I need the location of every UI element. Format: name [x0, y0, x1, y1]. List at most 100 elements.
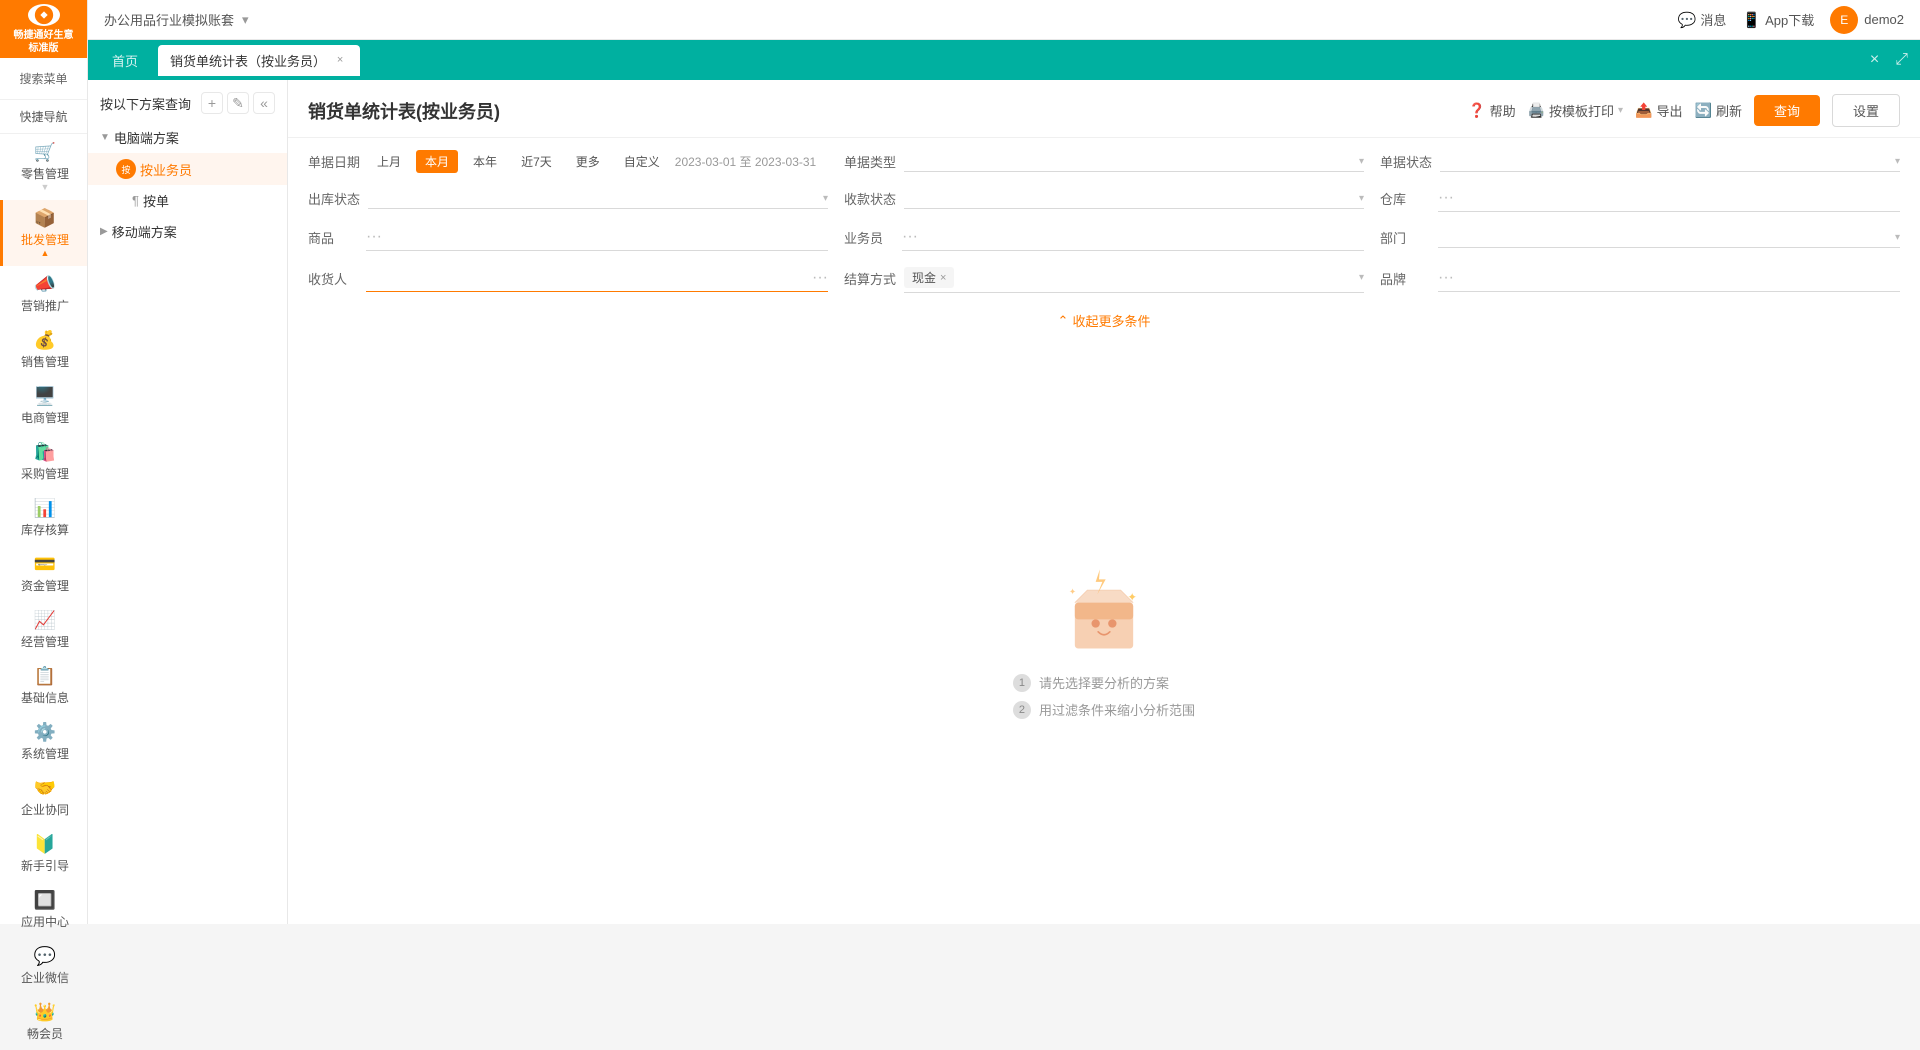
settlement-tag: 现金 × [904, 267, 954, 288]
sidebar-item-basic[interactable]: 📋 基础信息 [0, 658, 87, 714]
user-name: demo2 [1864, 12, 1904, 27]
sidebar-item-ecom[interactable]: 🖥️ 电商管理 [0, 378, 87, 434]
payment-caret-icon: ▾ [1359, 193, 1364, 204]
sidebar-item-wholesale[interactable]: 📦 批发管理 ▲ [0, 200, 87, 266]
tab-bar-actions: × ⤢ [1866, 47, 1912, 73]
by-salesperson-icon-text: 按 [121, 163, 130, 176]
sidebar-item-appstore[interactable]: 🔲 应用中心 [0, 882, 87, 938]
user-menu[interactable]: E demo2 [1830, 6, 1904, 34]
help-button[interactable]: ❓ 帮助 [1468, 101, 1515, 120]
wechat-label: 企业微信 [21, 969, 69, 986]
edit-icon: ✎ [232, 95, 244, 112]
filter-area: 单据日期 上月 本月 本年 近7天 更多 自定义 2023-03-01 至 20… [288, 138, 1920, 356]
payment-control[interactable]: ▾ [904, 189, 1364, 209]
collapse-panel-button[interactable]: « [253, 92, 275, 114]
sidebar-item-sales[interactable]: 💰 销售管理 [0, 322, 87, 378]
filter-row-2: 出库状态 ▾ 收款状态 ▾ 仓库 ··· [308, 185, 1900, 212]
sidebar-item-inventory[interactable]: 📊 库存核算 [0, 490, 87, 546]
window-expand-btn[interactable]: ⤢ [1891, 47, 1912, 73]
window-close-btn[interactable]: × [1866, 47, 1883, 73]
recipient-input[interactable] [366, 270, 808, 285]
retail-label: 零售管理 [21, 165, 69, 182]
date-last-month-btn[interactable]: 上月 [368, 150, 410, 173]
doc-type-control[interactable]: ▾ [904, 152, 1364, 172]
by-order-icon: ¶ [132, 193, 139, 208]
department-label: 部门 [1380, 228, 1430, 247]
doc-status-control[interactable]: ▾ [1440, 152, 1900, 172]
operation-label: 经营管理 [21, 633, 69, 650]
date-current-month-btn[interactable]: 本月 [416, 150, 458, 173]
basic-label: 基础信息 [21, 689, 69, 706]
workspace-dropdown-icon[interactable]: ▾ [242, 12, 249, 28]
sidebar-item-purchase[interactable]: 🛍️ 采购管理 [0, 434, 87, 490]
tree-item-by-order[interactable]: ¶ 按单 [88, 185, 287, 216]
enterprise-label: 企业协同 [21, 801, 69, 818]
tree-item-by-salesperson[interactable]: 按 按业务员 [88, 153, 287, 185]
sidebar-quick-nav[interactable]: 快捷导航 [0, 100, 87, 134]
collapse-more-button[interactable]: ⌃ 收起更多条件 [308, 305, 1900, 336]
export-button[interactable]: 📤 导出 [1635, 101, 1682, 120]
goods-dots[interactable]: ··· [366, 228, 382, 246]
query-button[interactable]: 查询 [1754, 95, 1820, 126]
department-control[interactable]: ▾ [1438, 228, 1900, 248]
filter-recipient: 收货人 ··· [308, 265, 828, 292]
date-custom-btn[interactable]: 自定义 [615, 150, 669, 173]
sidebar-item-finance[interactable]: 💳 资金管理 [0, 546, 87, 602]
warehouse-dots[interactable]: ··· [1438, 189, 1454, 207]
add-scheme-button[interactable]: + [201, 92, 223, 114]
goods-control[interactable]: ··· [366, 224, 828, 251]
warehouse-control[interactable]: ··· [1438, 185, 1900, 212]
sidebar-search-item[interactable]: 搜索菜单 [0, 58, 87, 100]
recipient-dots[interactable]: ··· [812, 269, 828, 287]
settlement-control[interactable]: 现金 × ▾ [904, 263, 1364, 293]
recipient-label: 收货人 [308, 269, 358, 288]
tab-active[interactable]: 销货单统计表（按业务员） × [158, 45, 360, 76]
sidebar-item-retail[interactable]: 🛒 零售管理 ▼ [0, 134, 87, 200]
marketing-label: 营销推广 [21, 297, 69, 314]
mobile-schemes-label: 移动端方案 [112, 222, 177, 241]
sidebar-item-operation[interactable]: 📈 经营管理 [0, 602, 87, 658]
salesperson-dots[interactable]: ··· [902, 228, 918, 246]
salesperson-control[interactable]: ··· [902, 224, 1364, 251]
retail-icon: 🛒 [34, 142, 56, 163]
settings-button[interactable]: 设置 [1832, 94, 1900, 127]
date-7days-btn[interactable]: 近7天 [512, 150, 561, 173]
logo-icon [28, 4, 60, 26]
date-more-btn[interactable]: 更多 [567, 150, 609, 173]
tab-active-label: 销货单统计表（按业务员） [170, 51, 326, 70]
by-order-label: 按单 [143, 191, 169, 210]
date-current-year-btn[interactable]: 本年 [464, 150, 506, 173]
app-download-button[interactable]: 📱 App下载 [1742, 10, 1814, 29]
sidebar-search-label[interactable]: 搜索菜单 [6, 66, 81, 91]
message-button[interactable]: 💬 消息 [1678, 10, 1727, 29]
print-icon: 🖨️ [1528, 102, 1545, 119]
recipient-control[interactable]: ··· [366, 265, 828, 292]
sidebar-item-member[interactable]: 👑 畅会员 [0, 994, 87, 1050]
left-panel-actions: + ✎ « [201, 92, 275, 114]
tree-item-mobile[interactable]: ▶ 移动端方案 [88, 216, 287, 247]
sidebar-item-wechat[interactable]: 💬 企业微信 [0, 938, 87, 994]
message-icon: 💬 [1678, 11, 1697, 29]
filter-delivery: 出库状态 ▾ [308, 189, 828, 209]
avatar-initial: E [1840, 13, 1848, 27]
sidebar-item-newbie[interactable]: 🔰 新手引导 [0, 826, 87, 882]
tab-home[interactable]: 首页 [96, 45, 154, 76]
salesperson-label: 业务员 [844, 228, 894, 247]
workspace-title: 办公用品行业模拟账套 [104, 10, 234, 29]
tab-close-icon[interactable]: × [332, 52, 348, 68]
brand-control[interactable]: ··· [1438, 265, 1900, 292]
empty-state: ✦ ✦ 1 请先选择要分析的方案 2 用过滤条件来缩小分析范围 [288, 356, 1920, 924]
system-icon: ⚙️ [34, 722, 56, 743]
settlement-tag-close-icon[interactable]: × [940, 272, 946, 284]
sidebar-item-marketing[interactable]: 📣 营销推广 [0, 266, 87, 322]
sidebar-item-enterprise[interactable]: 🤝 企业协同 [0, 770, 87, 826]
refresh-button[interactable]: 🔄 刷新 [1695, 101, 1742, 120]
edit-scheme-button[interactable]: ✎ [227, 92, 249, 114]
print-button[interactable]: 🖨️ 按模板打印 ▾ [1528, 101, 1623, 120]
page-title-bar: 销货单统计表(按业务员) ❓ 帮助 🖨️ 按模板打印 ▾ 📤 导出 [288, 80, 1920, 138]
avatar: E [1830, 6, 1858, 34]
tree-item-desktop[interactable]: ▼ 电脑端方案 [88, 122, 287, 153]
delivery-control[interactable]: ▾ [368, 189, 828, 209]
sidebar-item-system[interactable]: ⚙️ 系统管理 [0, 714, 87, 770]
brand-dots[interactable]: ··· [1438, 269, 1454, 287]
